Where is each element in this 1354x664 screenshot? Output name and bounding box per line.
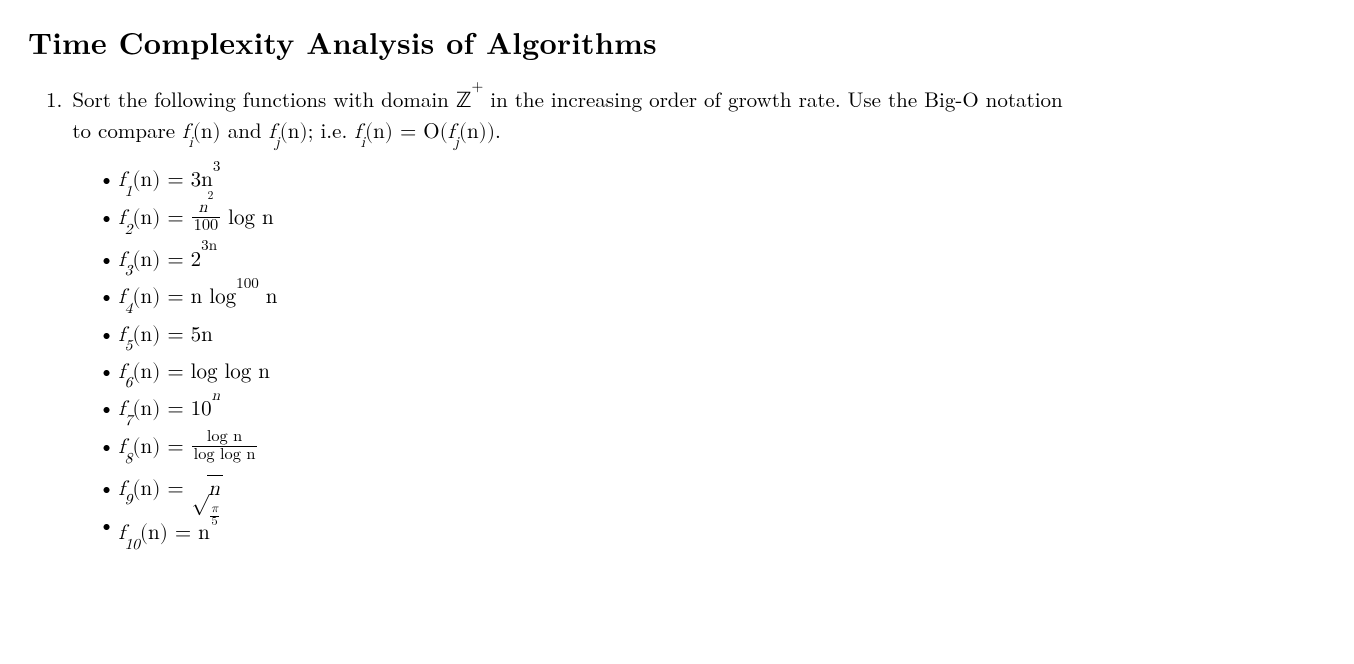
fn-sub: 7 [125, 413, 133, 428]
fn-sub: 9 [125, 492, 133, 507]
problem-statement: Sort the following functions with domain… [72, 85, 1066, 148]
fn-exp: n [212, 388, 220, 403]
list-item: f10(n) = nπ5 [98, 507, 1066, 551]
list-item: f9(n) = n [98, 470, 1066, 507]
fi-f: f [182, 122, 188, 143]
list-item: f2(n) = n2100 log n [98, 199, 1066, 241]
fn-f: f [118, 325, 124, 346]
frac-den: 100 [192, 218, 221, 236]
fn-f: f [118, 362, 124, 383]
fn-sub: 2 [125, 222, 133, 237]
frac-den: log log n [192, 447, 258, 465]
fn-f: f [118, 287, 124, 308]
fraction: log nlog log n [191, 429, 259, 465]
fn-f: f [118, 250, 124, 271]
domain-sup: + [471, 79, 483, 94]
fn-sub: 3 [125, 263, 133, 278]
fn-f: f [118, 399, 124, 420]
frac-num: log n [192, 429, 258, 447]
rel-end: (n)). [459, 122, 501, 143]
sqrt: n [191, 475, 223, 504]
fn-exp: 3 [213, 159, 221, 174]
fn-sub: 6 [125, 375, 133, 390]
fn-body: (n) = 10 [132, 399, 211, 420]
fn-body: (n) = n [140, 523, 210, 544]
fn-exp-frac: π5 [210, 504, 219, 529]
list-item: f8(n) = log nlog log n [98, 428, 1066, 470]
rel-fi-sub: i [361, 135, 365, 150]
function-list: f1(n) = 3n3 f2(n) = n2100 log n f3(n) = … [72, 161, 1066, 551]
fn-body: (n) = log log n [132, 362, 270, 383]
problem-body: Sort the following functions with domain… [72, 85, 1066, 552]
fn-sub: 1 [125, 184, 133, 199]
fn-tail: n [259, 287, 278, 308]
rel-fi: f [354, 122, 360, 143]
fn-pre: (n) = [132, 479, 190, 500]
rel-fj-sub: j [454, 135, 459, 150]
problem-1: 1. Sort the following functions with dom… [28, 85, 1066, 552]
fn-body: (n) = 3n [132, 170, 212, 191]
fn-sub: 5 [125, 338, 133, 353]
list-item: f5(n) = 5n [98, 316, 1066, 353]
text-part: Sort the following functions with domain [72, 84, 455, 114]
exp-den: 5 [210, 517, 219, 529]
list-item: f3(n) = 23n [98, 241, 1066, 278]
radicand: n [207, 475, 223, 504]
fn-exp: 3n [201, 238, 217, 253]
fn-sub: 10 [125, 537, 140, 552]
fi-arg: (n) [193, 122, 221, 143]
fn-body: (n) = n log [132, 287, 236, 308]
list-item: f1(n) = 3n3 [98, 161, 1066, 198]
exp-text: 3n [201, 238, 217, 253]
fn-f: f [118, 523, 124, 544]
text-part: and [221, 115, 269, 145]
fn-sub: 8 [125, 451, 133, 466]
problem-number: 1. [46, 85, 72, 113]
fn-pre: (n) = [132, 437, 190, 458]
fraction: n2100 [191, 200, 222, 236]
list-item: f7(n) = 10n [98, 390, 1066, 427]
fn-sub: 4 [125, 301, 133, 316]
integer-symbol: ℤ [456, 88, 472, 112]
fn-f: f [118, 208, 124, 229]
fn-f: f [118, 170, 124, 191]
rel-mid: (n) = O( [365, 122, 448, 143]
text-part: ; i.e. [308, 115, 355, 145]
fn-exp: 100 [236, 276, 259, 291]
fn-pre: (n) = [132, 208, 190, 229]
fi-sub: i [189, 135, 193, 150]
fn-tail: log n [221, 208, 273, 229]
fn-f: f [118, 479, 124, 500]
fj-arg: (n) [280, 122, 308, 143]
fj-sub: j [275, 135, 280, 150]
frac-num: n [198, 200, 207, 216]
fn-body: (n) = 2 [132, 250, 201, 271]
list-item: f6(n) = log log n [98, 353, 1066, 390]
list-item: f4(n) = n log100 n [98, 278, 1066, 315]
fn-f: f [118, 437, 124, 458]
page-title: Time Complexity Analysis of Algorithms [28, 22, 1326, 63]
frac-num-exp: 2 [208, 190, 214, 202]
fn-body: (n) = 5n [132, 325, 212, 346]
